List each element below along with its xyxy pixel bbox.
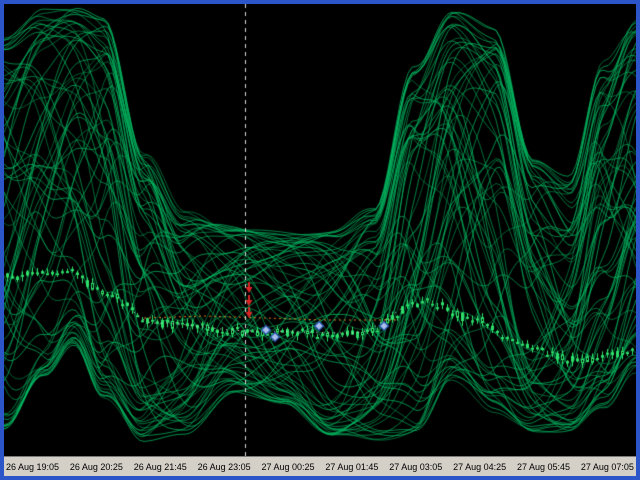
axis-label: 27 Aug 04:25: [453, 461, 507, 472]
axis-label: 27 Aug 05:45: [517, 461, 571, 472]
axis-label: 27 Aug 00:25: [261, 461, 315, 472]
axis-label: 27 Aug 03:05: [389, 461, 443, 472]
chart-area[interactable]: [4, 4, 636, 456]
axis-label: 26 Aug 23:05: [197, 461, 251, 472]
axis-label: 26 Aug 20:25: [69, 461, 123, 472]
time-axis[interactable]: 26 Aug 19:05 26 Aug 20:25 26 Aug 21:45 26 A…: [4, 456, 636, 476]
price-chart-canvas[interactable]: [4, 4, 636, 456]
axis-label: 27 Aug 07:05: [580, 461, 634, 472]
axis-label: 27 Aug 01:45: [325, 461, 379, 472]
axis-label: 26 Aug 19:05: [6, 461, 60, 472]
chart-window: 26 Aug 19:05 26 Aug 20:25 26 Aug 21:45 26 A…: [0, 0, 640, 480]
axis-label: 26 Aug 21:45: [133, 461, 187, 472]
